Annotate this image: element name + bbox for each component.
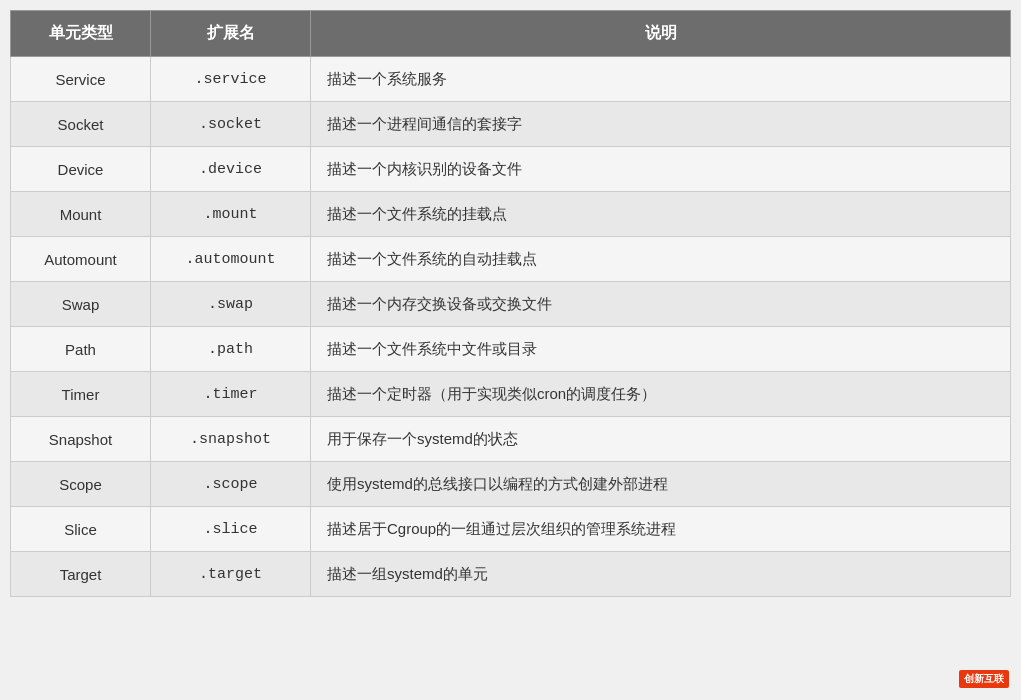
cell-desc: 使用systemd的总线接口以编程的方式创建外部进程 [311, 462, 1011, 507]
table-row: Device.device描述一个内核识别的设备文件 [11, 147, 1011, 192]
cell-desc: 描述一个文件系统中文件或目录 [311, 327, 1011, 372]
cell-desc: 描述一个内存交换设备或交换文件 [311, 282, 1011, 327]
cell-type: Scope [11, 462, 151, 507]
cell-desc: 描述一个系统服务 [311, 57, 1011, 102]
table-row: Swap.swap描述一个内存交换设备或交换文件 [11, 282, 1011, 327]
watermark-logo: 创新互联 [959, 670, 1009, 688]
cell-ext: .snapshot [151, 417, 311, 462]
table-row: Path.path描述一个文件系统中文件或目录 [11, 327, 1011, 372]
page-container: 单元类型 扩展名 说明 Service.service描述一个系统服务Socke… [0, 0, 1021, 700]
cell-type: Target [11, 552, 151, 597]
cell-type: Device [11, 147, 151, 192]
table-row: Automount.automount描述一个文件系统的自动挂载点 [11, 237, 1011, 282]
cell-type: Timer [11, 372, 151, 417]
cell-ext: .device [151, 147, 311, 192]
table-row: Slice.slice描述居于Cgroup的一组通过层次组织的管理系统进程 [11, 507, 1011, 552]
table-row: Timer.timer描述一个定时器（用于实现类似cron的调度任务） [11, 372, 1011, 417]
cell-ext: .path [151, 327, 311, 372]
cell-ext: .automount [151, 237, 311, 282]
cell-desc: 描述一个文件系统的自动挂载点 [311, 237, 1011, 282]
cell-type: Mount [11, 192, 151, 237]
table-row: Service.service描述一个系统服务 [11, 57, 1011, 102]
cell-desc: 描述一个进程间通信的套接字 [311, 102, 1011, 147]
cell-type: Path [11, 327, 151, 372]
cell-ext: .swap [151, 282, 311, 327]
cell-desc: 描述一个内核识别的设备文件 [311, 147, 1011, 192]
col-header-ext: 扩展名 [151, 11, 311, 57]
cell-ext: .slice [151, 507, 311, 552]
cell-type: Slice [11, 507, 151, 552]
cell-type: Service [11, 57, 151, 102]
cell-ext: .timer [151, 372, 311, 417]
cell-ext: .scope [151, 462, 311, 507]
table-row: Mount.mount描述一个文件系统的挂载点 [11, 192, 1011, 237]
table-row: Target.target描述一组systemd的单元 [11, 552, 1011, 597]
cell-ext: .target [151, 552, 311, 597]
table-row: Socket.socket描述一个进程间通信的套接字 [11, 102, 1011, 147]
cell-desc: 用于保存一个systemd的状态 [311, 417, 1011, 462]
cell-desc: 描述一个定时器（用于实现类似cron的调度任务） [311, 372, 1011, 417]
cell-desc: 描述居于Cgroup的一组通过层次组织的管理系统进程 [311, 507, 1011, 552]
cell-type: Swap [11, 282, 151, 327]
table-row: Snapshot.snapshot用于保存一个systemd的状态 [11, 417, 1011, 462]
col-header-type: 单元类型 [11, 11, 151, 57]
cell-type: Socket [11, 102, 151, 147]
cell-ext: .socket [151, 102, 311, 147]
cell-ext: .mount [151, 192, 311, 237]
cell-desc: 描述一个文件系统的挂载点 [311, 192, 1011, 237]
table-row: Scope.scope使用systemd的总线接口以编程的方式创建外部进程 [11, 462, 1011, 507]
table-header-row: 单元类型 扩展名 说明 [11, 11, 1011, 57]
cell-ext: .service [151, 57, 311, 102]
col-header-desc: 说明 [311, 11, 1011, 57]
watermark: 创新互联 [953, 670, 1009, 688]
cell-type: Automount [11, 237, 151, 282]
cell-desc: 描述一组systemd的单元 [311, 552, 1011, 597]
unit-type-table: 单元类型 扩展名 说明 Service.service描述一个系统服务Socke… [10, 10, 1011, 597]
cell-type: Snapshot [11, 417, 151, 462]
